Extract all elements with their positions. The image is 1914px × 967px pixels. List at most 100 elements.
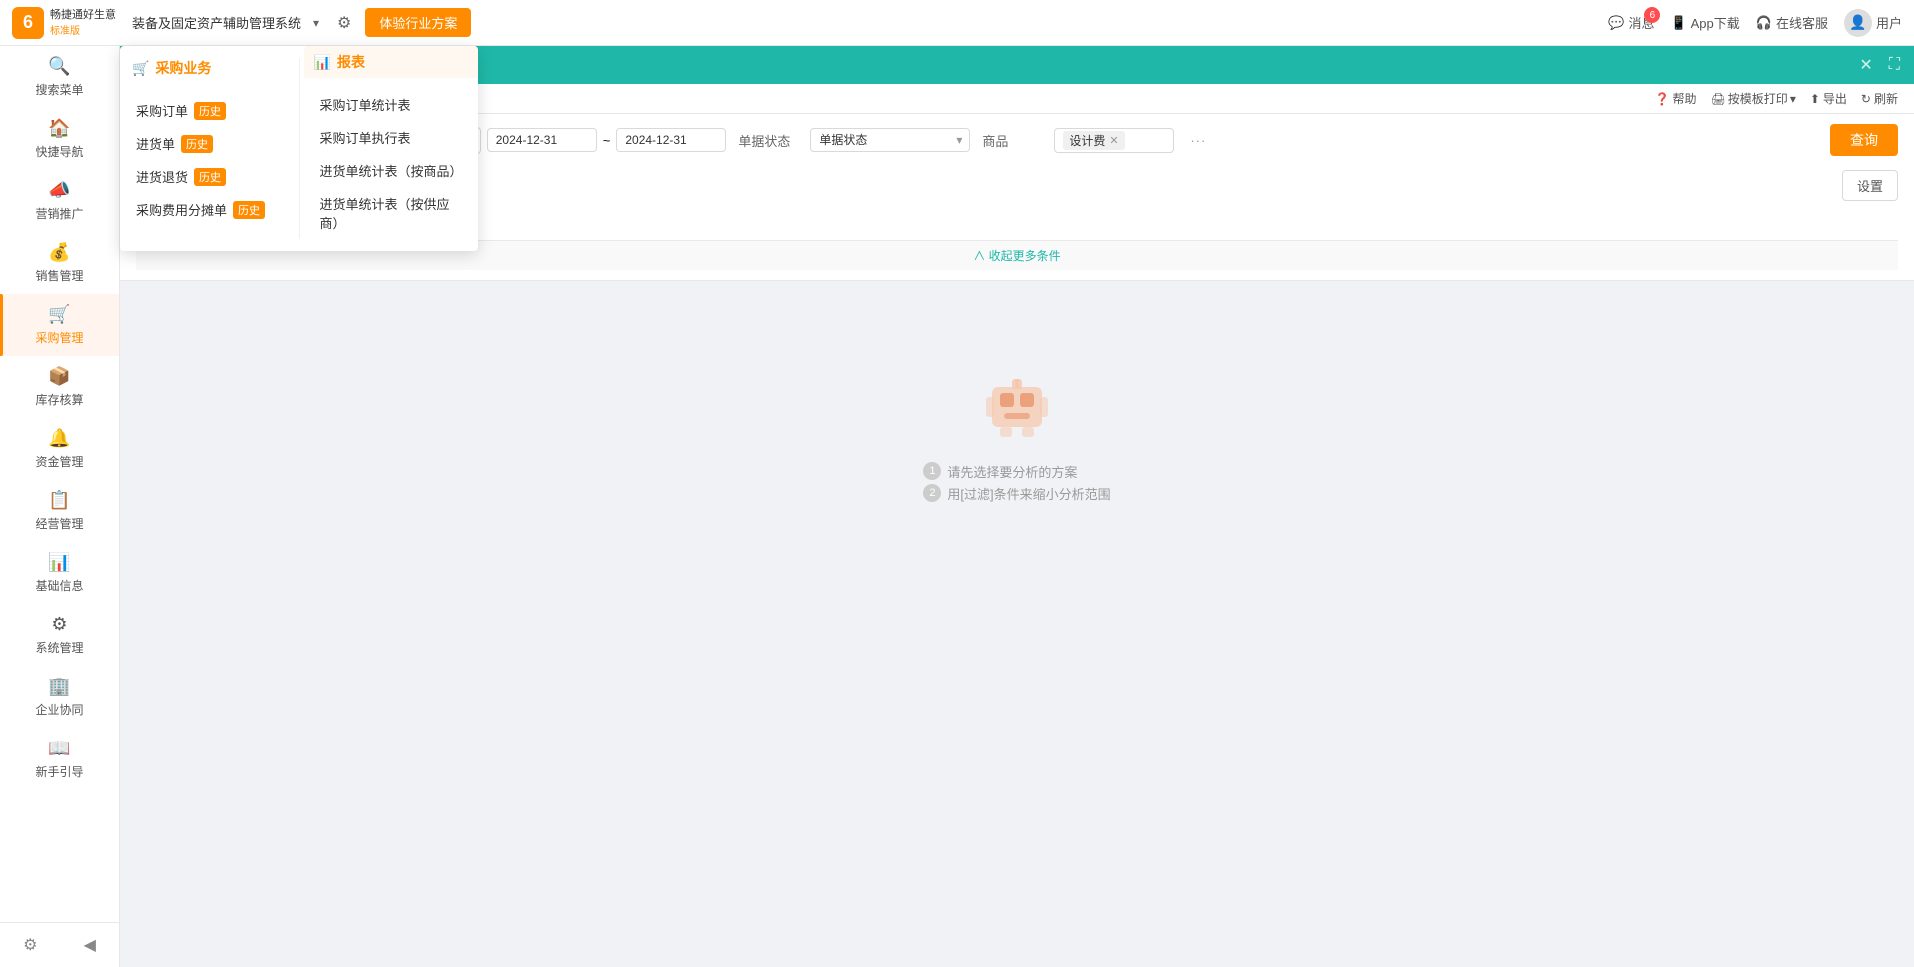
goods-tag-1: 设计费 ✕ (1063, 131, 1124, 150)
print-label: 按模板打印 (1728, 90, 1788, 107)
collapse-icon: ∧ (973, 249, 985, 263)
headset-icon: 🎧 (1756, 15, 1772, 31)
sales-icon: 💰 (48, 242, 70, 263)
dropdown-col-report: 📊 报表 采购订单统计表 采购订单执行表 进货单统计表（按商品） 进货单统计表（… (304, 58, 479, 239)
empty-illustration (972, 357, 1062, 447)
query-btn[interactable]: 查询 (1830, 124, 1898, 156)
sidebar-item-sales[interactable]: 💰 销售管理 (0, 232, 119, 294)
purchase-stat-label: 采购订单统计表 (320, 95, 411, 114)
refresh-btn[interactable]: ↻ 刷新 (1861, 90, 1898, 107)
settings-btn[interactable]: 设置 (1842, 170, 1898, 201)
sidebar-label-quick-nav: 快捷导航 (35, 143, 83, 160)
export-label: 导出 (1823, 90, 1847, 107)
online-service-label: 在线客服 (1776, 13, 1828, 32)
incoming-stat-supplier-label: 进货单统计表（按供应商） (320, 194, 463, 232)
dropdown-report-title: 📊 报表 (304, 46, 479, 78)
purchase-order-history: 历史 (194, 102, 226, 120)
dropdown-item-purchase-exec[interactable]: 采购订单执行表 (316, 121, 467, 154)
dropdown-item-purchase-stat[interactable]: 采购订单统计表 (316, 88, 467, 121)
sidebar-item-inventory[interactable]: 📦 库存核算 (0, 356, 119, 418)
incoming-stat-goods-label: 进货单统计表（按商品） (320, 161, 463, 180)
online-service-action[interactable]: 🎧 在线客服 (1756, 13, 1828, 32)
sidebar-item-basic-info[interactable]: 📊 基础信息 (0, 542, 119, 604)
dropdown-divider (299, 58, 300, 239)
return-label: 进货退货 (136, 167, 188, 186)
sidebar-item-search[interactable]: 🔍 搜索菜单 (0, 46, 119, 108)
sidebar-label-sales: 销售管理 (35, 267, 83, 284)
dropdown-item-incoming-stat-supplier[interactable]: 进货单统计表（按供应商） (316, 187, 467, 239)
sidebar-settings-btn[interactable]: ⚙ (15, 931, 45, 959)
tab-close-all-btn[interactable]: ✕ (1853, 53, 1878, 77)
empty-state: 1 请先选择要分析的方案 2 用[过滤]条件来缩小分析范围 (120, 281, 1914, 581)
help-btn[interactable]: ❓ 帮助 (1655, 90, 1697, 107)
sidebar-label-purchase: 采购管理 (35, 329, 83, 346)
home-icon: 🏠 (48, 118, 70, 139)
message-action[interactable]: 💬 消息 6 (1608, 13, 1654, 32)
purchase-order-label: 采购订单 (136, 101, 188, 120)
sidebar-item-purchase[interactable]: 🛒 采购管理 (0, 294, 119, 356)
purchase-menu-icon: 🛒 (132, 60, 149, 77)
sidebar-collapse-btn[interactable]: ◀ (76, 931, 104, 959)
date-end-input[interactable] (616, 128, 726, 152)
sidebar-label-search: 搜索菜单 (35, 81, 83, 98)
sidebar: 🔍 搜索菜单 🏠 快捷导航 📣 营销推广 💰 销售管理 🛒 采购管理 📦 库存核… (0, 46, 120, 967)
sidebar-item-quick-nav[interactable]: 🏠 快捷导航 (0, 108, 119, 170)
cost-alloc-history: 历史 (233, 201, 265, 219)
operations-icon: 📋 (48, 490, 70, 511)
top-header: 6 畅捷通好生意 标准版 装备及固定资产辅助管理系统 ▾ ⚙ 体验行业方案 💬 … (0, 0, 1914, 46)
dropdown-item-purchase-order[interactable]: 采购订单 历史 (132, 94, 283, 127)
sidebar-label-capital: 资金管理 (35, 453, 83, 470)
report-menu-label: 报表 (337, 52, 365, 72)
export-icon: ⬆ (1810, 92, 1820, 106)
header-right: 💬 消息 6 📱 App下载 🎧 在线客服 👤 用户 (1608, 9, 1902, 37)
user-label: 用户 (1876, 13, 1902, 32)
sidebar-label-operations: 经营管理 (35, 515, 83, 532)
dropdown-item-incoming-stat-goods[interactable]: 进货单统计表（按商品） (316, 154, 467, 187)
report-menu-icon: 📊 (314, 54, 331, 71)
sidebar-label-guide: 新手引导 (35, 763, 83, 780)
sidebar-label-enterprise: 企业协同 (35, 701, 83, 718)
return-history: 历史 (194, 168, 226, 186)
help-label: 帮助 (1673, 90, 1697, 107)
incoming-history: 历史 (181, 135, 213, 153)
empty-steps: 1 请先选择要分析的方案 2 用[过滤]条件来缩小分析范围 (923, 459, 1110, 506)
dropdown-item-cost-alloc[interactable]: 采购费用分摊单 历史 (132, 193, 283, 226)
tab-expand-btn[interactable]: ⛶ (1883, 53, 1906, 77)
dropdown-columns: 🛒 采购业务 采购订单 历史 进货单 历史 进货退货 历史 采购费用分摊单 历史 (120, 58, 478, 239)
refresh-label: 刷新 (1874, 90, 1898, 107)
goods-more-dots[interactable]: ··· (1190, 133, 1206, 148)
sidebar-label-inventory: 库存核算 (35, 391, 83, 408)
bill-status-select[interactable]: 单据状态 (810, 128, 970, 152)
dropdown-item-return[interactable]: 进货退货 历史 (132, 160, 283, 193)
date-start-input[interactable] (487, 128, 597, 152)
active-bar (0, 294, 3, 356)
purchase-menu-label: 采购业务 (155, 58, 211, 78)
goods-tag-close[interactable]: ✕ (1109, 134, 1118, 147)
print-btn[interactable]: 🖨 按模板打印 ▾ (1711, 90, 1796, 107)
purchase-exec-label: 采购订单执行表 (320, 128, 411, 147)
cost-alloc-label: 采购费用分摊单 (136, 200, 227, 219)
avatar: 👤 (1844, 9, 1872, 37)
dropdown-item-incoming[interactable]: 进货单 历史 (132, 127, 283, 160)
step-dot-2: 2 (923, 484, 941, 502)
logo-tag: 标准版 (50, 22, 116, 37)
sidebar-label-marketing: 营销推广 (35, 205, 83, 222)
sidebar-item-marketing[interactable]: 📣 营销推广 (0, 170, 119, 232)
print-dropdown-icon: ▾ (1790, 92, 1796, 106)
export-btn[interactable]: ⬆ 导出 (1810, 90, 1847, 107)
sidebar-item-enterprise[interactable]: 🏢 企业协同 (0, 666, 119, 728)
user-action[interactable]: 👤 用户 (1844, 9, 1902, 37)
sidebar-item-capital[interactable]: 🔔 资金管理 (0, 418, 119, 480)
sidebar-item-guide[interactable]: 📖 新手引导 (0, 728, 119, 790)
inventory-icon: 📦 (48, 366, 70, 387)
logo-area: 6 畅捷通好生意 标准版 (12, 7, 132, 39)
logo-icon: 6 (12, 7, 44, 39)
system-dropdown-btn[interactable]: ▾ (309, 14, 323, 32)
gear-btn[interactable]: ⚙ (331, 11, 357, 35)
goods-tag-wrap: 设计费 ✕ (1054, 128, 1174, 153)
app-download-action[interactable]: 📱 App下载 (1670, 13, 1739, 32)
search-icon: 🔍 (48, 56, 70, 77)
sidebar-item-operations[interactable]: 📋 经营管理 (0, 480, 119, 542)
industry-btn[interactable]: 体验行业方案 (365, 8, 471, 37)
sidebar-item-system[interactable]: ⚙ 系统管理 (0, 604, 119, 666)
